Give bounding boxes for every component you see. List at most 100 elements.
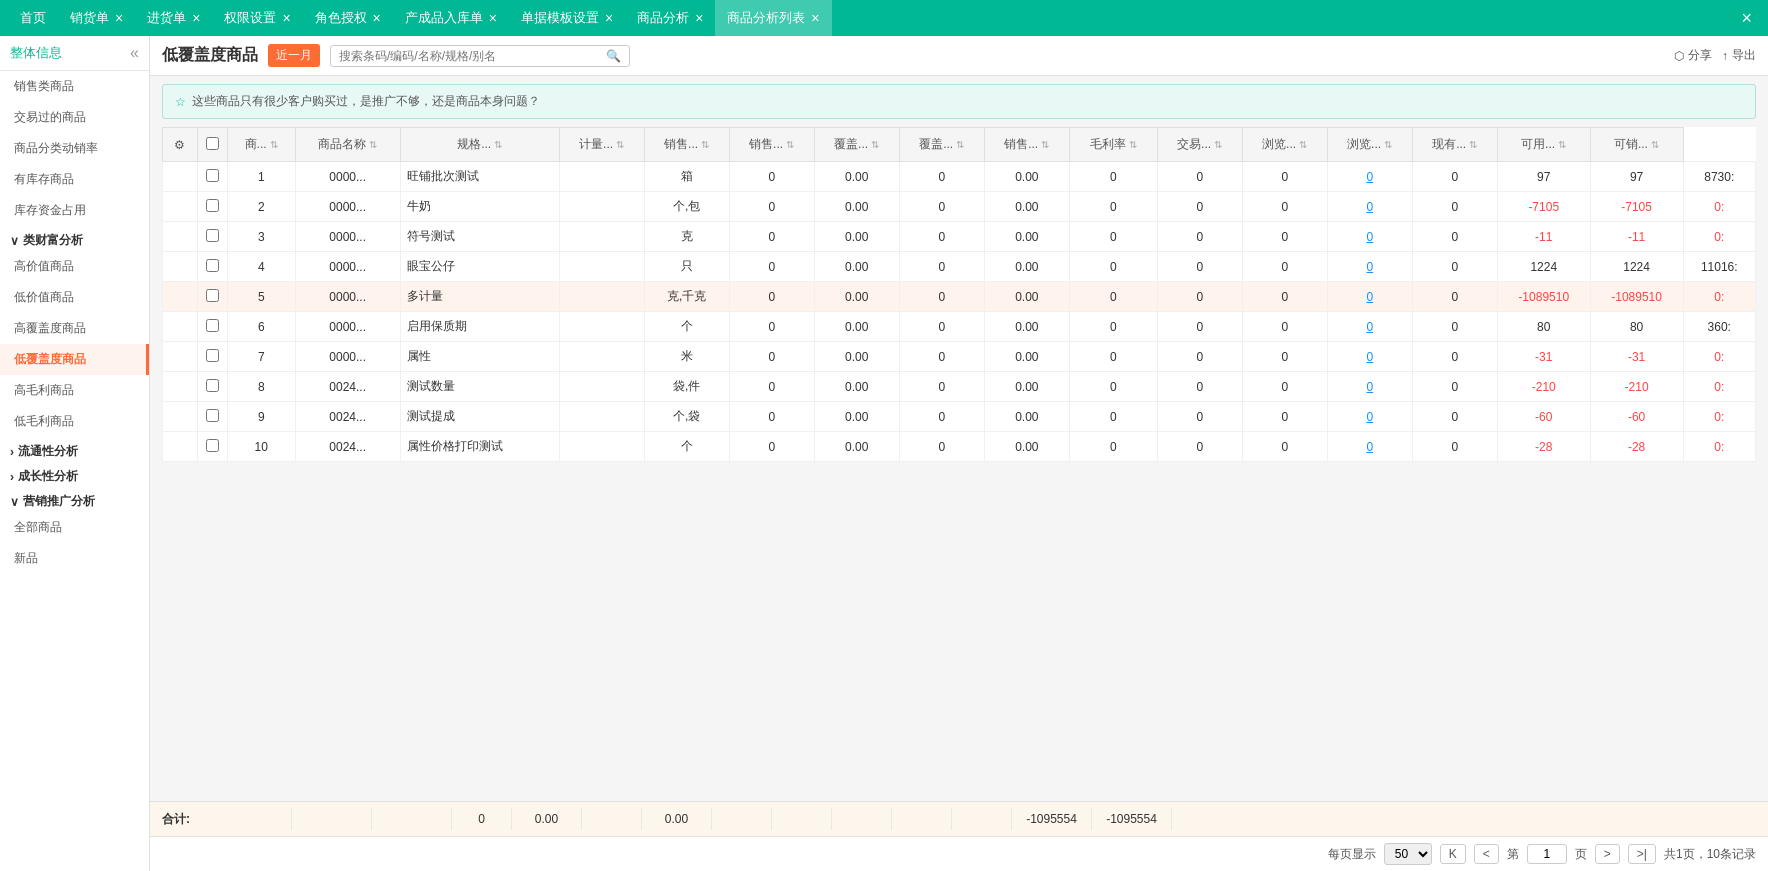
row-browse1-8[interactable]: 0 [1327,402,1412,432]
row-code-0: 1 [227,162,295,192]
page-size-select[interactable]: 50 [1384,843,1432,865]
row-checkbox-5[interactable] [197,312,227,342]
sidebar-group-growth[interactable]: › 成长性分析 [0,462,149,487]
col-checkbox[interactable] [197,128,227,162]
search-input[interactable] [339,49,602,63]
nav-product-analysis-list[interactable]: 商品分析列表 × [715,0,831,36]
row-checkbox-6[interactable] [197,342,227,372]
row-coverage2-0: 0.00 [984,162,1069,192]
row-checkbox-3[interactable] [197,252,227,282]
date-filter-button[interactable]: 近一月 [268,44,320,67]
row-checkbox-0[interactable] [197,162,227,192]
nav-roles-close[interactable]: × [373,0,381,36]
row-spec-9 [559,432,644,462]
row-gross-rate-4: 0 [1157,282,1242,312]
nav-roles[interactable]: 角色授权 × [303,0,393,36]
search-icon[interactable]: 🔍 [606,49,621,63]
nav-template[interactable]: 单据模板设置 × [509,0,625,36]
first-page-button[interactable]: K [1440,844,1466,864]
row-no-1: 0000... [295,192,400,222]
row-browse2-9: 0 [1412,432,1497,462]
row-current-8: -60 [1497,402,1590,432]
export-button[interactable]: ↑ 导出 [1722,47,1756,64]
row-browse1-2[interactable]: 0 [1327,222,1412,252]
sidebar-collapse-button[interactable]: « [130,44,139,62]
row-code-9: 10 [227,432,295,462]
sidebar-group-wealth-arrow: ∨ [10,234,19,248]
row-available-3: 1224 [1590,252,1683,282]
row-name-3: 眼宝公仔 [400,252,559,282]
sidebar-item-low-value[interactable]: 低价值商品 [0,282,149,313]
row-checkbox-8[interactable] [197,402,227,432]
row-settings-9 [163,432,198,462]
row-checkbox-4[interactable] [197,282,227,312]
row-coverage1-0: 0 [899,162,984,192]
nav-sales[interactable]: 销货单 × [58,0,135,36]
row-checkbox-9[interactable] [197,432,227,462]
select-all-checkbox[interactable] [206,137,219,150]
row-name-7: 测试数量 [400,372,559,402]
sidebar-item-low-margin[interactable]: 低毛利商品 [0,406,149,437]
row-browse2-3: 0 [1412,252,1497,282]
page-size-label: 每页显示 [1328,846,1376,863]
last-page-button[interactable]: >| [1628,844,1656,864]
row-browse1-7[interactable]: 0 [1327,372,1412,402]
row-browse1-6[interactable]: 0 [1327,342,1412,372]
nav-product-warehouse-close[interactable]: × [489,0,497,36]
footer-spacer8 [892,808,952,830]
sidebar-item-low-coverage[interactable]: 低覆盖度商品 [0,344,149,375]
row-browse2-5: 0 [1412,312,1497,342]
row-saleable-5: 360: [1683,312,1756,342]
row-browse1-9[interactable]: 0 [1327,432,1412,462]
nav-purchase[interactable]: 进货单 × [135,0,212,36]
sidebar-item-all-products[interactable]: 全部商品 [0,512,149,543]
sidebar-item-sales-products[interactable]: 销售类商品 [0,71,149,102]
nav-product-warehouse[interactable]: 产成品入库单 × [393,0,509,36]
page-number-input[interactable] [1527,844,1567,864]
row-browse2-8: 0 [1412,402,1497,432]
row-browse2-4: 0 [1412,282,1497,312]
sidebar-item-high-margin[interactable]: 高毛利商品 [0,375,149,406]
sidebar-item-traded-products[interactable]: 交易过的商品 [0,102,149,133]
nav-permissions-close[interactable]: × [282,0,290,36]
sidebar-item-category-rate[interactable]: 商品分类动销率 [0,133,149,164]
row-sales-amt-9: 0.00 [814,432,899,462]
prev-page-button[interactable]: < [1474,844,1499,864]
nav-product-analysis-close[interactable]: × [695,0,703,36]
sidebar-group-wealth[interactable]: ∨ 类财富分析 [0,226,149,251]
row-checkbox-2[interactable] [197,222,227,252]
share-button[interactable]: ⬡ 分享 [1674,47,1712,64]
sidebar-item-high-coverage[interactable]: 高覆盖度商品 [0,313,149,344]
sidebar-item-high-value[interactable]: 高价值商品 [0,251,149,282]
nav-purchase-close[interactable]: × [192,0,200,36]
col-settings[interactable]: ⚙ [163,128,198,162]
nav-template-close[interactable]: × [605,0,613,36]
row-transaction-1: 0 [1242,192,1327,222]
row-browse1-4[interactable]: 0 [1327,282,1412,312]
window-close-button[interactable]: × [1733,8,1760,29]
table-header-row: ⚙ 商... ⇅ 商品名称 ⇅ 规格... ⇅ 计量... ⇅ 销售... ⇅ … [163,128,1756,162]
row-checkbox-1[interactable] [197,192,227,222]
nav-permissions[interactable]: 权限设置 × [212,0,302,36]
sidebar-item-stock-funds[interactable]: 库存资金占用 [0,195,149,226]
sidebar-group-marketing[interactable]: ∨ 营销推广分析 [0,487,149,512]
row-saleable-9: 0: [1683,432,1756,462]
nav-product-analysis-list-close[interactable]: × [811,0,819,36]
column-settings-icon[interactable]: ⚙ [174,138,185,152]
row-sales-qty-3: 0 [729,252,814,282]
next-page-button[interactable]: > [1595,844,1620,864]
nav-product-analysis[interactable]: 商品分析 × [625,0,715,36]
nav-sales-close[interactable]: × [115,0,123,36]
row-browse1-1[interactable]: 0 [1327,192,1412,222]
sidebar-item-in-stock[interactable]: 有库存商品 [0,164,149,195]
sidebar-group-liquidity[interactable]: › 流通性分析 [0,437,149,462]
row-browse1-5[interactable]: 0 [1327,312,1412,342]
nav-home[interactable]: 首页 [8,0,58,36]
row-gross-rate-1: 0 [1157,192,1242,222]
sidebar-item-new-products[interactable]: 新品 [0,543,149,574]
row-browse1-3[interactable]: 0 [1327,252,1412,282]
row-sales-qty-8: 0 [729,402,814,432]
row-coverage1-6: 0 [899,342,984,372]
row-checkbox-7[interactable] [197,372,227,402]
row-browse1-0[interactable]: 0 [1327,162,1412,192]
